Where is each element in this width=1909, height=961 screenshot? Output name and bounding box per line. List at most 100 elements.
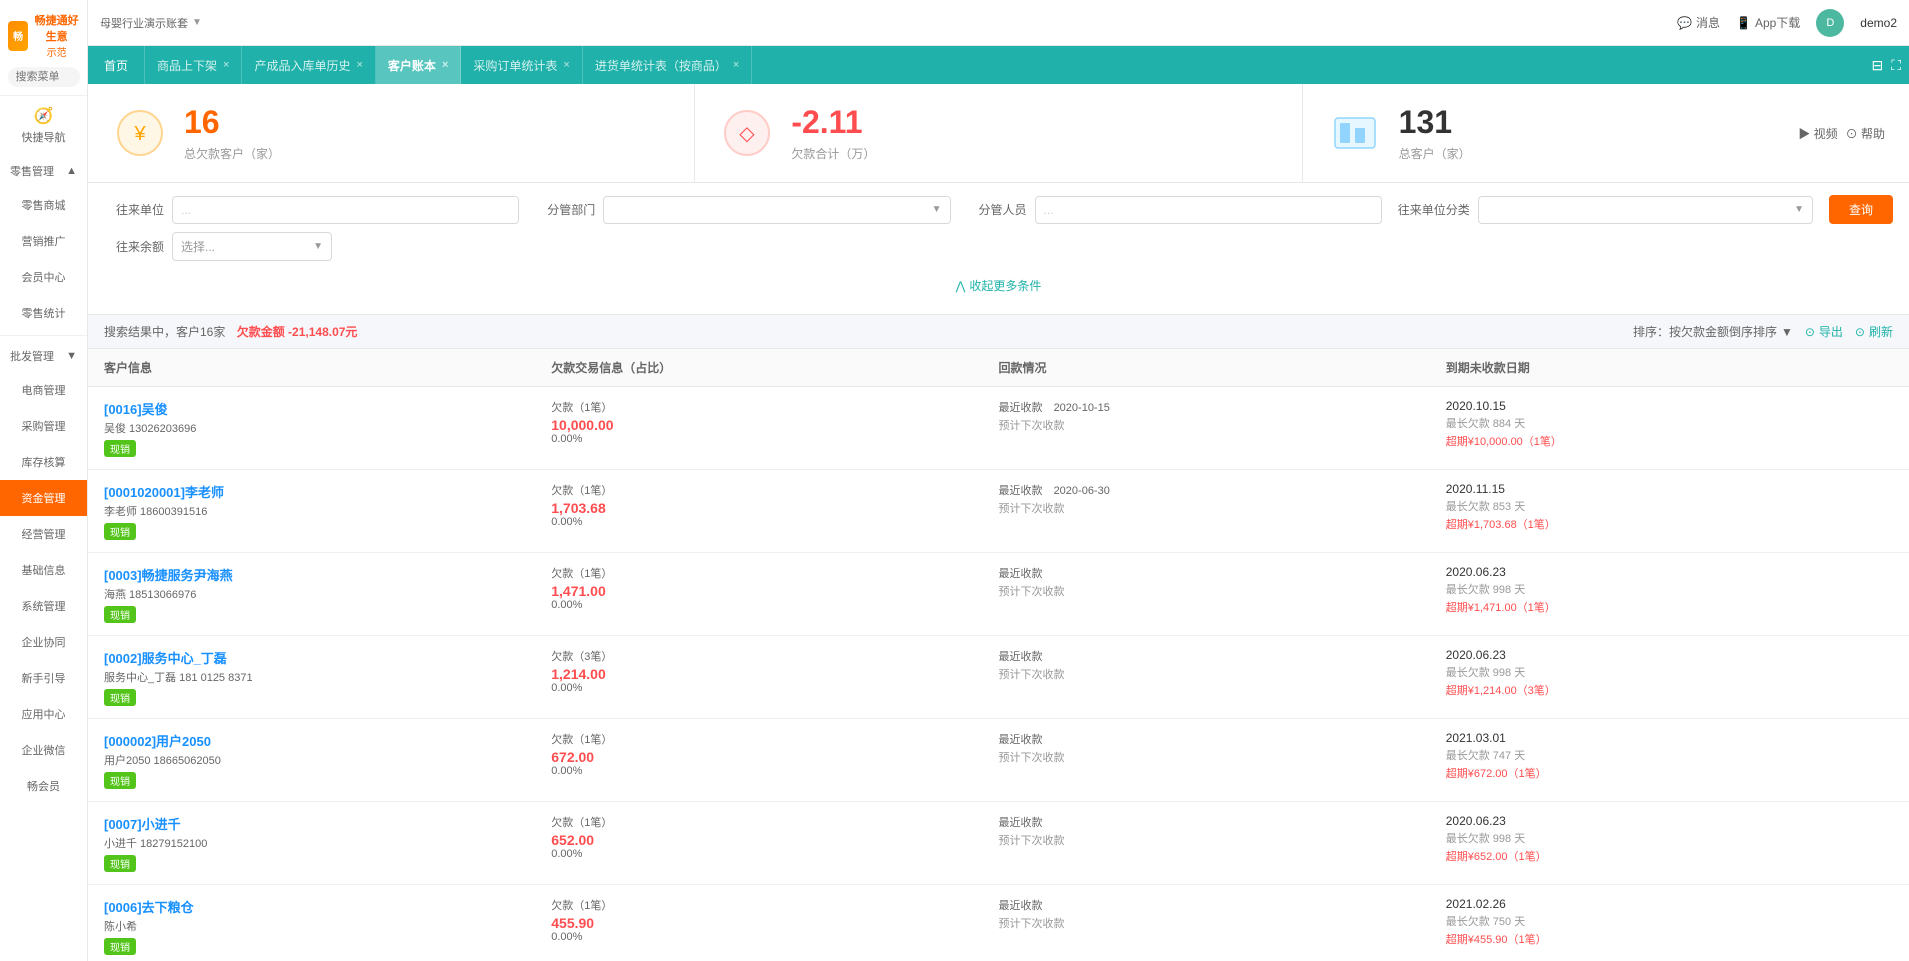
- svg-text:◇: ◇: [740, 123, 756, 145]
- customer-name-3[interactable]: [0002]服务中心_丁磊: [104, 648, 551, 667]
- sidebar-item-quick-nav[interactable]: 🧭 快捷导航: [0, 96, 87, 155]
- tab-close-icon[interactable]: ×: [442, 59, 448, 71]
- tab-close-icon[interactable]: ×: [733, 59, 739, 71]
- col-header-duedate: 到期未收款日期: [1446, 359, 1893, 376]
- customer-info-2: [0003]畅捷服务尹海燕 海燕 18513066976 现销: [104, 565, 551, 623]
- stat-number-customers: 16: [184, 104, 280, 141]
- table-header: 客户信息 欠款交易信息（占比） 回款情况 到期未收款日期: [88, 349, 1909, 387]
- customer-name-6[interactable]: [0006]去下粮仓: [104, 897, 551, 916]
- store-arrow[interactable]: ▼: [192, 17, 202, 28]
- sidebar-item-wechat[interactable]: 企业微信: [0, 732, 87, 768]
- message-icon: 💬: [1677, 16, 1692, 30]
- view-icon[interactable]: ▶ 视频: [1798, 125, 1837, 142]
- filter-person: 分管人员 ...: [967, 196, 1382, 224]
- table-row: [0003]畅捷服务尹海燕 海燕 18513066976 现销 欠款（1笔） 1…: [88, 553, 1909, 636]
- table-row: [0016]吴俊 吴俊 13026203696 现销 欠款（1笔） 10,000…: [88, 387, 1909, 470]
- sidebar-item-member[interactable]: 会员中心: [0, 259, 87, 295]
- sidebar-item-system[interactable]: 系统管理: [0, 588, 87, 624]
- customer-info-0: [0016]吴俊 吴俊 13026203696 现销: [104, 399, 551, 457]
- search-input[interactable]: [8, 67, 80, 87]
- client-placeholder: ...: [181, 203, 191, 217]
- tab-close-icon[interactable]: ×: [223, 59, 229, 71]
- collection-info-5: 最近收款 预计下次收款: [999, 814, 1446, 848]
- collection-info-1: 最近收款 2020-06-30 预计下次收款: [999, 482, 1446, 516]
- export-button[interactable]: ⊙ 导出: [1805, 323, 1843, 340]
- sidebar-item-purchase[interactable]: 采购管理: [0, 408, 87, 444]
- sidebar-item-app-center[interactable]: 应用中心: [0, 696, 87, 732]
- refresh-icon: ⊙: [1855, 325, 1865, 339]
- sort-arrow-icon: ▼: [1781, 325, 1793, 339]
- customer-name-2[interactable]: [0003]畅捷服务尹海燕: [104, 565, 551, 584]
- stat-card-total: 131 总客户（家） ▶ 视频 ⊙ 帮助: [1303, 84, 1909, 182]
- sidebar-item-basic-info[interactable]: 基础信息: [0, 552, 87, 588]
- content-area: ¥ 16 总欠款客户（家） ◇: [88, 84, 1909, 961]
- top-bar-right: 💬 消息 📱 App下载 D demo2: [1677, 9, 1897, 37]
- search-button[interactable]: 查询: [1829, 195, 1893, 224]
- stat-card-debt: ◇ -2.11 欠款合计（万）: [695, 84, 1302, 182]
- customer-phone-5: 小进千 18279152100: [104, 835, 551, 851]
- sidebar-item-retail-stats[interactable]: 零售统计: [0, 295, 87, 331]
- tab-close-icon[interactable]: ×: [563, 59, 569, 71]
- sidebar-item-marketing[interactable]: 营销推广: [0, 223, 87, 259]
- client-input[interactable]: ...: [172, 196, 519, 224]
- customer-name-0[interactable]: [0016]吴俊: [104, 399, 551, 418]
- sidebar-item-retail-shop[interactable]: 零售商城: [0, 187, 87, 223]
- stat-content-total: 131 总客户（家）: [1399, 104, 1471, 162]
- customer-phone-2: 海燕 18513066976: [104, 586, 551, 602]
- person-input[interactable]: ...: [1035, 196, 1382, 224]
- stat-number-total: 131: [1399, 104, 1471, 141]
- col-header-debt: 欠款交易信息（占比）: [551, 359, 998, 376]
- customer-name-1[interactable]: [0001020001]李老师: [104, 482, 551, 501]
- category-select[interactable]: ▼: [1478, 196, 1813, 224]
- sidebar: 畅 畅捷通好生意 示范 🧭 快捷导航 零售管理 ▲: [0, 0, 88, 961]
- table-row: [0002]服务中心_丁磊 服务中心_丁磊 181 0125 8371 现销 欠…: [88, 636, 1909, 719]
- sort-label: 排序：按欠款金额倒序排序: [1633, 323, 1777, 340]
- tab-home[interactable]: 首页: [88, 46, 145, 84]
- tab-product-history[interactable]: 产成品入库单历史 ×: [242, 46, 375, 84]
- dept-select[interactable]: ▼: [603, 196, 950, 224]
- sidebar-item-finance[interactable]: 资金管理: [0, 480, 87, 516]
- sidebar-item-operations[interactable]: 经营管理: [0, 516, 87, 552]
- tab-minimize-icon[interactable]: ⊟: [1871, 57, 1883, 74]
- sidebar-item-batch-mgmt[interactable]: 批发管理 ▼: [0, 340, 87, 372]
- customer-phone-3: 服务中心_丁磊 181 0125 8371: [104, 669, 551, 685]
- message-button[interactable]: 💬 消息: [1677, 14, 1720, 31]
- stat-content-customers: 16 总欠款客户（家）: [184, 104, 280, 162]
- tab-purchase-stats[interactable]: 进货单统计表（按商品） ×: [583, 46, 752, 84]
- store-name: 示范: [34, 44, 79, 59]
- customer-name-5[interactable]: [0007]小进千: [104, 814, 551, 833]
- sidebar-item-newbie[interactable]: 新手引导: [0, 660, 87, 696]
- due-date-info-3: 2020.06.23 最长欠款 998 天 超期¥1,214.00（3笔）: [1446, 648, 1893, 698]
- tab-purchase-order[interactable]: 采购订单统计表 ×: [461, 46, 582, 84]
- customer-tag-5: 现销: [104, 855, 136, 872]
- collection-info-4: 最近收款 预计下次收款: [999, 731, 1446, 765]
- collection-info-6: 最近收款 预计下次收款: [999, 897, 1446, 931]
- sort-button[interactable]: 排序：按欠款金额倒序排序 ▼: [1633, 323, 1793, 340]
- sidebar-item-enterprise[interactable]: 企业协同: [0, 624, 87, 660]
- collection-info-0: 最近收款 2020-10-15 预计下次收款: [999, 399, 1446, 433]
- sidebar-item-inventory[interactable]: 库存核算: [0, 444, 87, 480]
- tab-bar-actions: ⊟ ⛶: [1863, 46, 1909, 84]
- avatar[interactable]: D: [1816, 9, 1844, 37]
- stats-row: ¥ 16 总欠款客户（家） ◇: [88, 84, 1909, 183]
- app-download-button[interactable]: 📱 App下载: [1736, 14, 1800, 31]
- sidebar-item-retail-mgmt[interactable]: 零售管理 ▲: [0, 155, 87, 187]
- filter-person-label: 分管人员: [967, 201, 1027, 218]
- brand-info: 母婴行业演示账套 ▼: [100, 15, 202, 31]
- tab-expand-icon[interactable]: ⛶: [1891, 57, 1901, 74]
- collapse-button[interactable]: ⋀ 收起更多条件: [952, 273, 1046, 298]
- help-icon[interactable]: ⊙ 帮助: [1846, 125, 1885, 142]
- store-label: 母婴行业演示账套: [100, 15, 188, 31]
- sidebar-item-vip[interactable]: 畅会员: [0, 768, 87, 804]
- sidebar-item-ecommerce[interactable]: 电商管理: [0, 372, 87, 408]
- customer-name-4[interactable]: [000002]用户2050: [104, 731, 551, 750]
- tab-close-icon[interactable]: ×: [356, 59, 362, 71]
- tab-customer-account[interactable]: 客户账本 ×: [376, 46, 461, 84]
- result-actions: 排序：按欠款金额倒序排序 ▼ ⊙ 导出 ⊙ 刷新: [1633, 323, 1893, 340]
- refresh-button[interactable]: ⊙ 刷新: [1855, 323, 1893, 340]
- tab-product-shelf[interactable]: 商品上下架 ×: [145, 46, 242, 84]
- due-date-info-4: 2021.03.01 最长欠款 747 天 超期¥672.00（1笔）: [1446, 731, 1893, 781]
- app-icon: 📱: [1736, 16, 1751, 30]
- balance-select[interactable]: 选择... ▼: [172, 232, 332, 261]
- user-name[interactable]: demo2: [1860, 16, 1897, 30]
